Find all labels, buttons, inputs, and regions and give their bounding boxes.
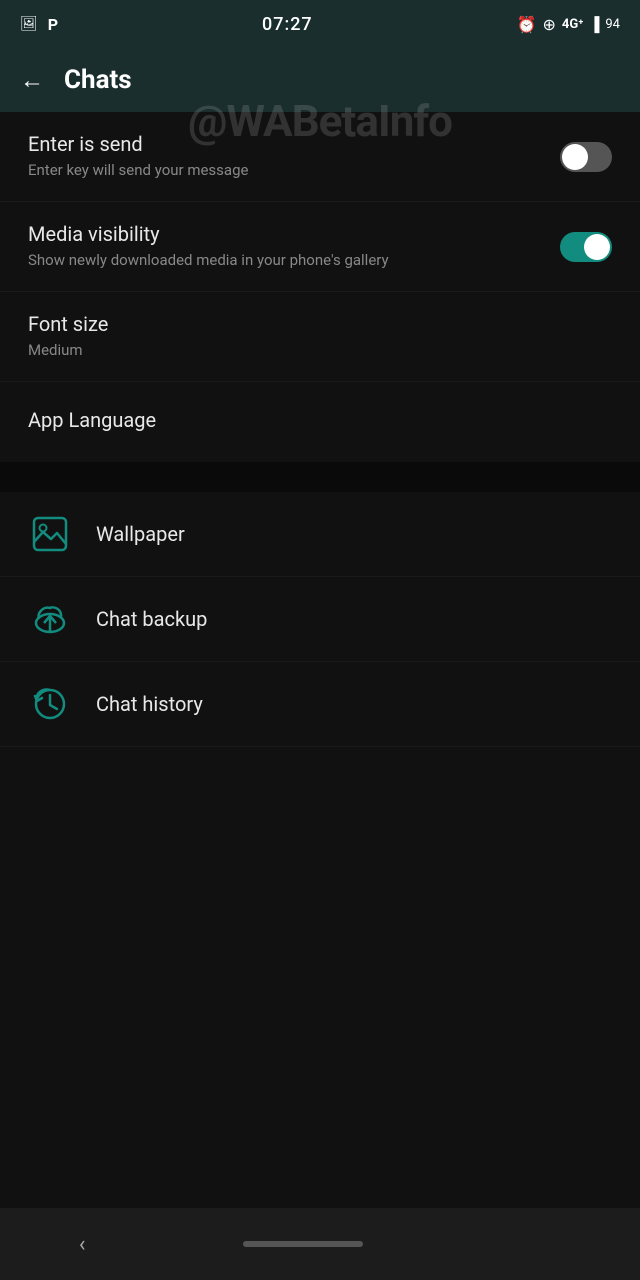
signal-icon: 4G⁺ bbox=[562, 17, 584, 32]
chat-backup-title: Chat backup bbox=[96, 607, 207, 631]
font-size-text: Font size Medium bbox=[28, 312, 612, 361]
enter-is-send-toggle[interactable] bbox=[560, 142, 612, 172]
status-bar-right: ⏰ ⊕ 4G⁺ ▐ 94 bbox=[517, 15, 620, 34]
battery-icon: 94 bbox=[605, 17, 620, 32]
font-size-value: Medium bbox=[28, 340, 612, 361]
status-bar: 🖼 P 07:27 ⏰ ⊕ 4G⁺ ▐ 94 bbox=[0, 0, 640, 48]
media-visibility-title: Media visibility bbox=[28, 222, 560, 246]
settings-list: Enter is send Enter key will send your m… bbox=[0, 112, 640, 1208]
enter-is-send-title: Enter is send bbox=[28, 132, 560, 156]
chat-history-icon bbox=[28, 682, 72, 726]
enter-is-send-subtitle: Enter key will send your message bbox=[28, 160, 560, 181]
bars-icon: ▐ bbox=[589, 16, 599, 33]
media-visibility-toggle[interactable] bbox=[560, 232, 612, 262]
page-title: Chats bbox=[64, 65, 132, 95]
app-language-text: App Language bbox=[28, 408, 612, 436]
enter-is-send-knob bbox=[562, 144, 588, 170]
app-language-title: App Language bbox=[28, 408, 612, 432]
nav-home-pill bbox=[243, 1241, 363, 1247]
chat-backup-item[interactable]: Chat backup bbox=[0, 577, 640, 662]
chat-history-item[interactable]: Chat history bbox=[0, 662, 640, 747]
media-visibility-text: Media visibility Show newly downloaded m… bbox=[28, 222, 560, 271]
status-time: 07:27 bbox=[262, 14, 313, 35]
enter-is-send-item[interactable]: Enter is send Enter key will send your m… bbox=[0, 112, 640, 202]
parking-icon: P bbox=[48, 15, 58, 34]
status-bar-left: 🖼 P bbox=[20, 15, 58, 34]
font-size-item[interactable]: Font size Medium bbox=[0, 292, 640, 382]
nav-back-button[interactable]: ‹ bbox=[79, 1232, 86, 1257]
wallpaper-item[interactable]: Wallpaper bbox=[0, 492, 640, 577]
chat-history-title: Chat history bbox=[96, 692, 203, 716]
nav-bar: ‹ bbox=[0, 1208, 640, 1280]
toolbar: ← Chats bbox=[0, 48, 640, 112]
font-size-title: Font size bbox=[28, 312, 612, 336]
section-divider bbox=[0, 462, 640, 492]
wallpaper-icon bbox=[28, 512, 72, 556]
enter-is-send-text: Enter is send Enter key will send your m… bbox=[28, 132, 560, 181]
back-button[interactable]: ← bbox=[20, 66, 44, 95]
wallpaper-title: Wallpaper bbox=[96, 522, 185, 546]
app-language-item[interactable]: App Language bbox=[0, 382, 640, 462]
alarm-icon: ⏰ bbox=[517, 15, 537, 34]
media-visibility-knob bbox=[584, 234, 610, 260]
chat-backup-icon bbox=[28, 597, 72, 641]
photo-icon: 🖼 bbox=[20, 16, 38, 32]
media-visibility-item[interactable]: Media visibility Show newly downloaded m… bbox=[0, 202, 640, 292]
network-icon: ⊕ bbox=[542, 15, 555, 34]
media-visibility-subtitle: Show newly downloaded media in your phon… bbox=[28, 250, 560, 271]
